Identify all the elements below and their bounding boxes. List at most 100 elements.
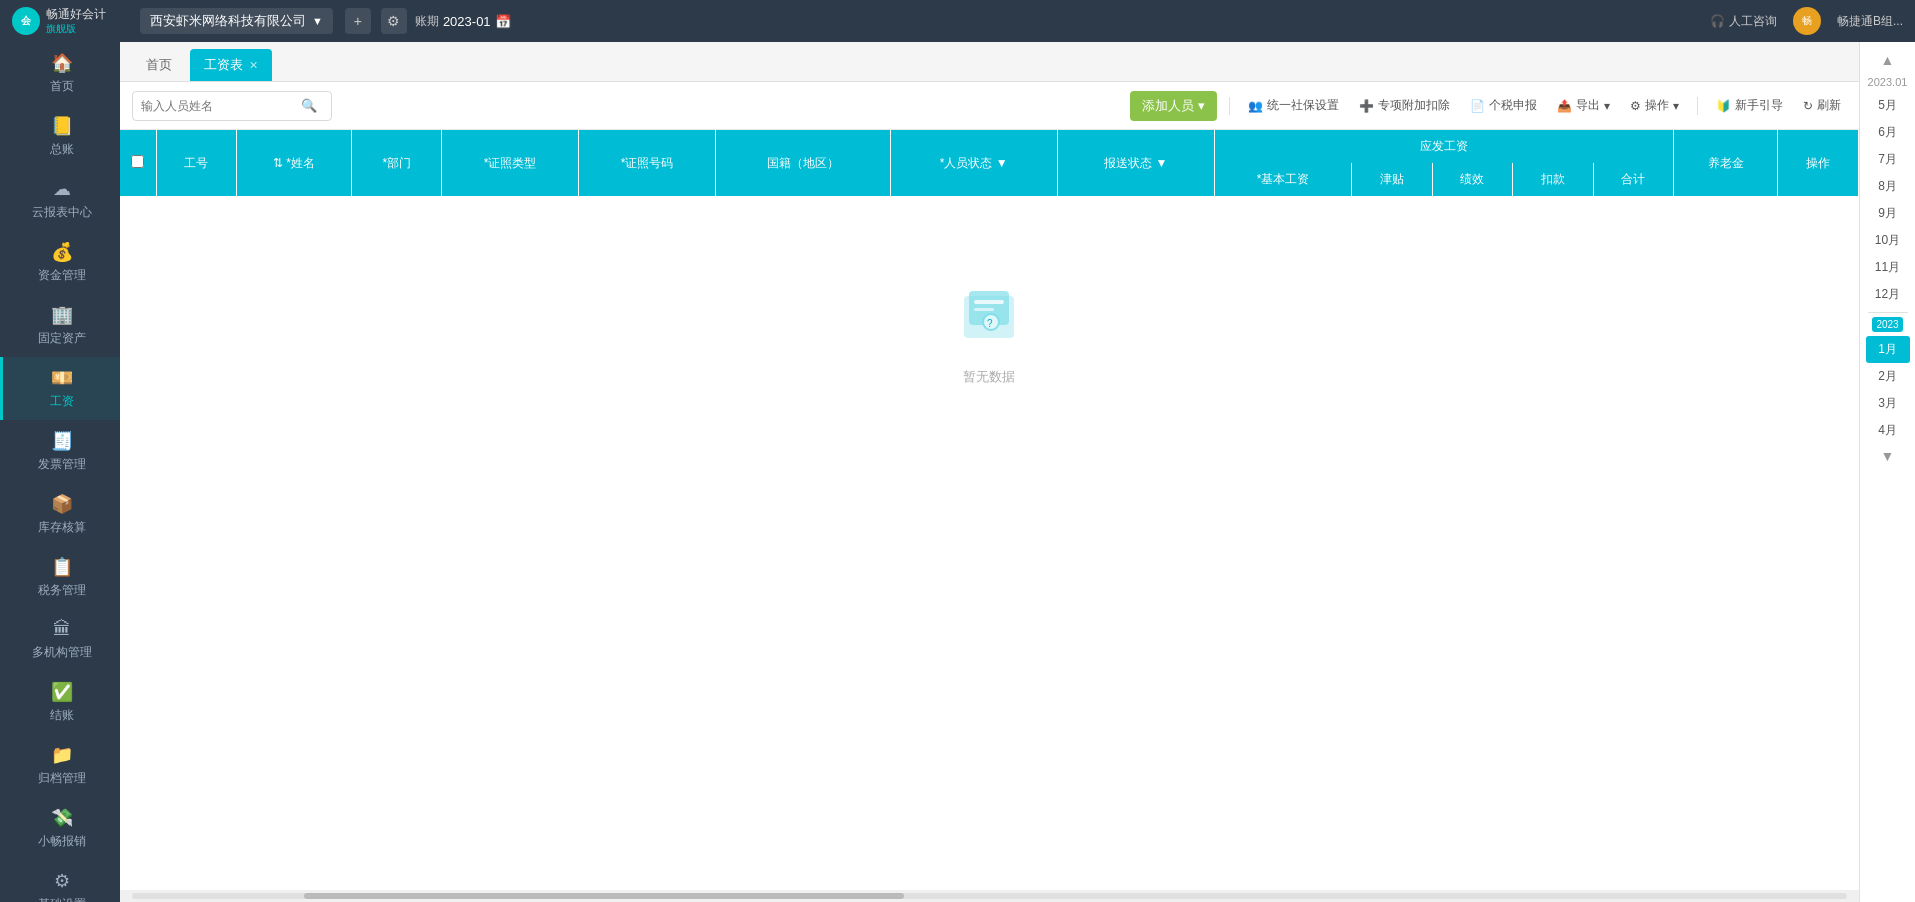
empty-icon: ? — [949, 276, 1029, 356]
sidebar-item-archive[interactable]: 📁 归档管理 — [0, 734, 120, 797]
sidebar-label-multi: 多机构管理 — [32, 644, 92, 661]
salary-icon: 💴 — [51, 367, 73, 389]
asset-icon: 🏢 — [51, 304, 73, 326]
sidebar-item-inventory[interactable]: 📦 库存核算 — [0, 483, 120, 546]
main-layout: 🏠 首页 📒 总账 ☁ 云报表中心 💰 资金管理 🏢 固定资产 💴 工资 🧾 发… — [0, 42, 1915, 902]
month-item-8[interactable]: 8月 — [1866, 173, 1910, 200]
tab-home[interactable]: 首页 — [132, 49, 186, 81]
th-total: 合计 — [1593, 163, 1674, 196]
sidebar-item-settle[interactable]: ✅ 结账 — [0, 671, 120, 734]
th-performance: 绩效 — [1432, 163, 1513, 196]
month-item-10[interactable]: 10月 — [1866, 227, 1910, 254]
tax-report-btn[interactable]: 📄 个税申报 — [1464, 93, 1543, 118]
sidebar-item-cloud[interactable]: ☁ 云报表中心 — [0, 168, 120, 231]
th-report-status[interactable]: 报送状态 ▼ — [1057, 130, 1215, 196]
ledger-icon: 📒 — [51, 115, 73, 137]
top-header: 会 畅通好会计 旗舰版 西安虾米网络科技有限公司 ▼ + ⚙ 账期 2023-0… — [0, 0, 1915, 42]
content-area: 首页 工资表 ✕ 🔍 添加人员 ▾ 👥 统一社保设置 — [120, 42, 1859, 902]
tab-home-label: 首页 — [146, 56, 172, 74]
add-person-label: 添加人员 — [1142, 97, 1194, 115]
company-name: 西安虾米网络科技有限公司 — [150, 12, 306, 30]
panel-down-btn[interactable]: ▼ — [1876, 444, 1900, 468]
th-deduction: 扣款 — [1513, 163, 1594, 196]
bottom-scrollbar[interactable] — [120, 890, 1859, 902]
month-item-12[interactable]: 12月 — [1866, 281, 1910, 308]
panel-up-btn[interactable]: ▲ — [1876, 48, 1900, 72]
th-pension: 养老金 — [1674, 130, 1778, 196]
export-btn[interactable]: 📤 导出 ▾ — [1551, 93, 1616, 118]
month-item-11[interactable]: 11月 — [1866, 254, 1910, 281]
sidebar-item-tax[interactable]: 📋 税务管理 — [0, 546, 120, 609]
th-idtype: *证照类型 — [442, 130, 579, 196]
th-action: 操作 — [1778, 130, 1859, 196]
sidebar-item-ledger[interactable]: 📒 总账 — [0, 105, 120, 168]
right-panel: ▲ 2023.01 5月 6月 7月 8月 9月 10月 11月 12月 202… — [1859, 42, 1915, 902]
fund-icon: 💰 — [51, 241, 73, 263]
company-dropdown-icon[interactable]: ▼ — [312, 15, 323, 27]
month-item-9[interactable]: 9月 — [1866, 200, 1910, 227]
status-filter-icon[interactable]: ▼ — [996, 156, 1008, 170]
sidebar-label-fund: 资金管理 — [38, 267, 86, 284]
report-filter-icon[interactable]: ▼ — [1156, 156, 1168, 170]
month-item-7[interactable]: 7月 — [1866, 146, 1910, 173]
sidebar-item-invoice[interactable]: 🧾 发票管理 — [0, 420, 120, 483]
sidebar-label-cloud: 云报表中心 — [32, 204, 92, 221]
sidebar-label-tax: 税务管理 — [38, 582, 86, 599]
sidebar-item-home[interactable]: 🏠 首页 — [0, 42, 120, 105]
panel-divider — [1868, 312, 1908, 313]
select-all-checkbox[interactable] — [131, 155, 144, 168]
sidebar-item-salary[interactable]: 💴 工资 — [0, 357, 120, 420]
th-checkbox[interactable] — [120, 130, 156, 196]
operate-label: 操作 — [1645, 97, 1669, 114]
salary-table: 工号 ⇅ *姓名 *部门 *证照类型 *证照号码 国籍（地区） *人员状态 ▼ … — [120, 130, 1859, 466]
search-input-wrap[interactable]: 🔍 — [132, 91, 332, 121]
export-icon: 📤 — [1557, 99, 1572, 113]
tab-salary[interactable]: 工资表 ✕ — [190, 49, 272, 81]
sidebar-label-settle: 结账 — [50, 707, 74, 724]
th-number: 工号 — [156, 130, 236, 196]
operate-icon: ⚙ — [1630, 99, 1641, 113]
special-deduction-btn[interactable]: ➕ 专项附加扣除 — [1353, 93, 1456, 118]
sidebar-item-multi[interactable]: 🏛 多机构管理 — [0, 609, 120, 671]
calendar-icon[interactable]: 📅 — [495, 14, 511, 29]
th-idno: *证照号码 — [579, 130, 716, 196]
sidebar-item-settings[interactable]: ⚙ 基础设置 — [0, 860, 120, 902]
add-company-btn[interactable]: + — [345, 8, 371, 34]
company-selector[interactable]: 西安虾米网络科技有限公司 ▼ — [140, 8, 333, 34]
tab-bar: 首页 工资表 ✕ — [120, 42, 1859, 82]
scroll-thumb[interactable] — [304, 893, 904, 899]
month-item-6[interactable]: 6月 — [1866, 119, 1910, 146]
th-status[interactable]: *人员状态 ▼ — [890, 130, 1057, 196]
toolbar-separator-2 — [1697, 97, 1698, 115]
month-item-2[interactable]: 2月 — [1866, 363, 1910, 390]
th-name[interactable]: ⇅ *姓名 — [236, 130, 352, 196]
sidebar-label-archive: 归档管理 — [38, 770, 86, 787]
operate-btn[interactable]: ⚙ 操作 ▾ — [1624, 93, 1685, 118]
tab-salary-label: 工资表 — [204, 56, 243, 74]
tab-close-icon[interactable]: ✕ — [249, 59, 258, 72]
svg-rect-3 — [974, 308, 994, 311]
month-item-1[interactable]: 1月 — [1866, 336, 1910, 363]
month-item-4[interactable]: 4月 — [1866, 417, 1910, 444]
scroll-track[interactable] — [132, 893, 1847, 899]
new-guide-btn[interactable]: 🔰 新手引导 — [1710, 93, 1789, 118]
sidebar-item-expense[interactable]: 💸 小畅报销 — [0, 797, 120, 860]
period-label: 账期 — [415, 13, 439, 30]
empty-state: ? 暂无数据 — [120, 196, 1859, 466]
export-label: 导出 — [1576, 97, 1600, 114]
social-settings-btn[interactable]: 👥 统一社保设置 — [1242, 93, 1345, 118]
user-avatar: 畅 — [1793, 7, 1821, 35]
sidebar-item-fund[interactable]: 💰 资金管理 — [0, 231, 120, 294]
search-input[interactable] — [141, 99, 301, 113]
th-basic-salary: *基本工资 — [1215, 163, 1352, 196]
expense-icon: 💸 — [51, 807, 73, 829]
service-btn[interactable]: 🎧 人工咨询 — [1710, 13, 1777, 30]
add-person-btn[interactable]: 添加人员 ▾ — [1130, 91, 1217, 121]
month-item-5[interactable]: 5月 — [1866, 92, 1910, 119]
panel-year-label: 2023.01 — [1868, 72, 1908, 92]
month-item-3[interactable]: 3月 — [1866, 390, 1910, 417]
sidebar-item-asset[interactable]: 🏢 固定资产 — [0, 294, 120, 357]
refresh-btn[interactable]: ↻ 刷新 — [1797, 93, 1847, 118]
settings-btn[interactable]: ⚙ — [381, 8, 407, 34]
app-name: 畅通好会计 旗舰版 — [46, 7, 106, 36]
